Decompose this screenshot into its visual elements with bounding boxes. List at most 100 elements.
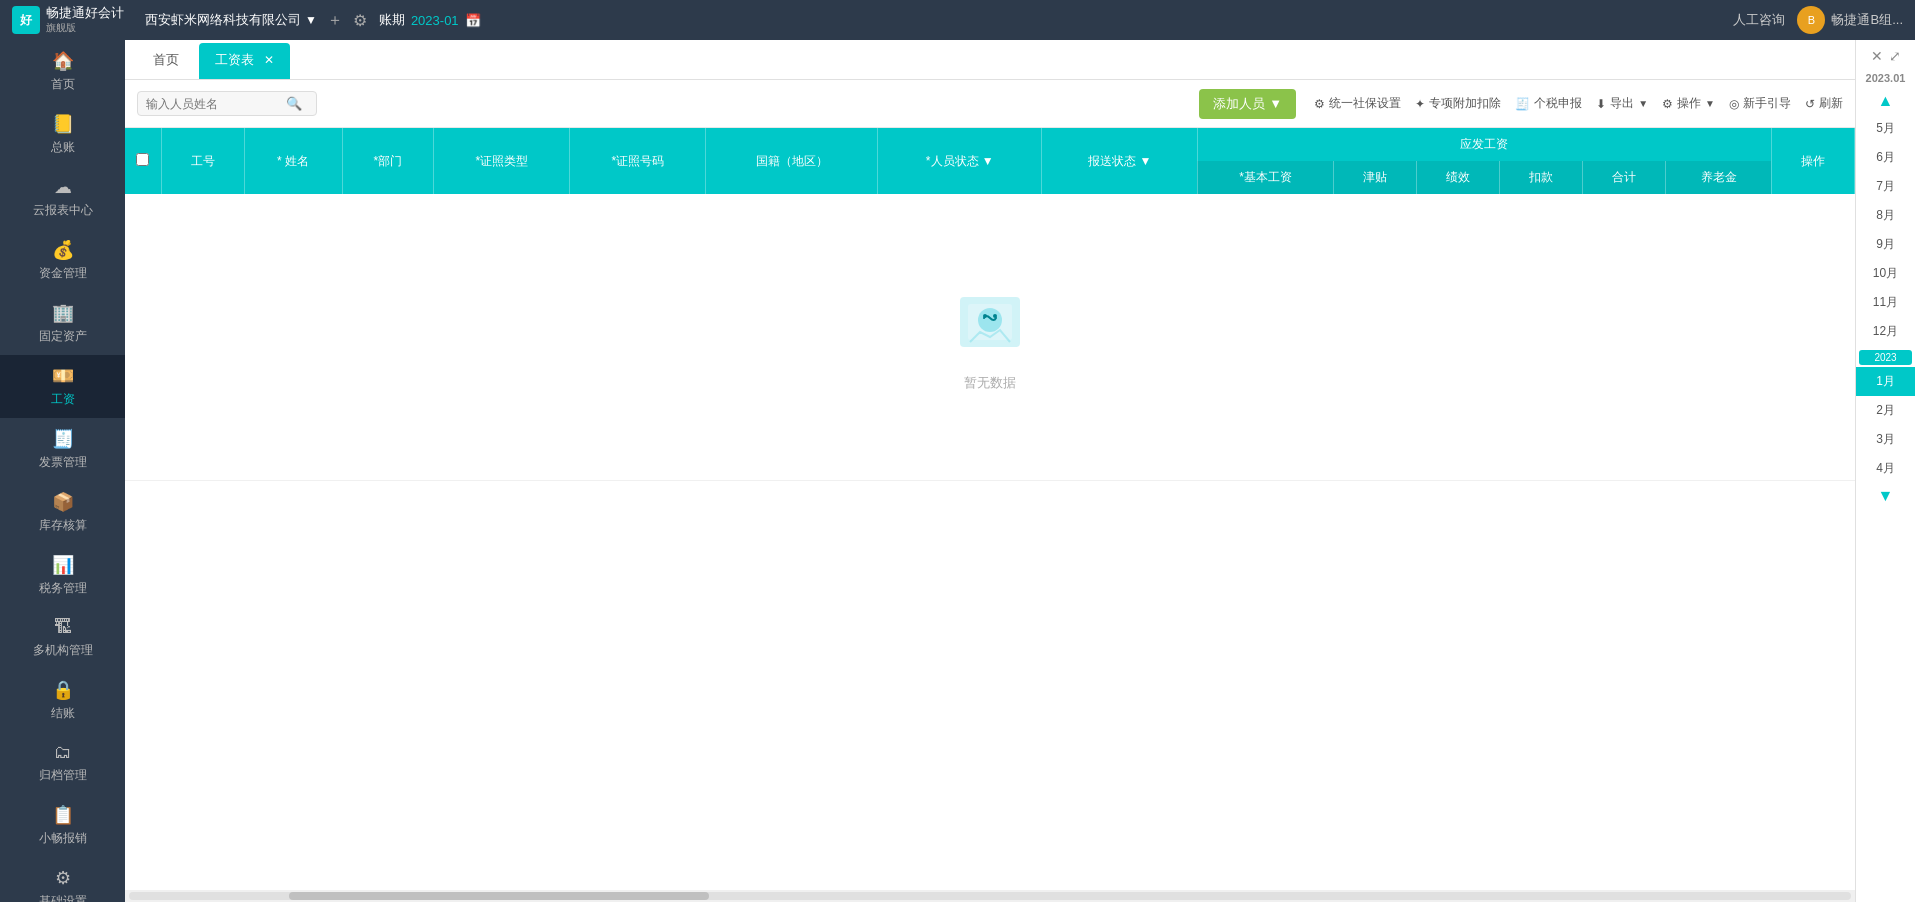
sidebar-item-home[interactable]: 🏠 首页 (0, 40, 125, 103)
sidebar-label-home: 首页 (51, 76, 75, 93)
month-item-11[interactable]: 11月 (1856, 288, 1915, 317)
search-icon[interactable]: 🔍 (286, 96, 302, 111)
close-accounts-icon: 🔒 (52, 679, 74, 701)
month-item-12[interactable]: 12月 (1856, 317, 1915, 346)
search-box[interactable]: 🔍 (137, 91, 317, 116)
horizontal-scrollbar[interactable] (125, 890, 1855, 902)
tab-payroll-label: 工资表 (215, 52, 254, 67)
svg-point-2 (978, 308, 1002, 332)
org-icon: 🏗 (54, 617, 72, 638)
th-pension: 养老金 (1666, 161, 1771, 194)
sidebar-item-ledger[interactable]: 📒 总账 (0, 103, 125, 166)
guide-action[interactable]: ◎ 新手引导 (1729, 95, 1791, 112)
table-body: 暂无数据 (125, 194, 1855, 481)
month-panel-down-arrow[interactable]: ▼ (1874, 483, 1898, 509)
empty-row: 暂无数据 (125, 194, 1855, 481)
add-person-button[interactable]: 添加人员 ▼ (1199, 89, 1296, 119)
sidebar-item-settings[interactable]: ⚙ 基础设置 (0, 857, 125, 902)
sidebar-item-archive[interactable]: 🗂 归档管理 (0, 732, 125, 794)
archive-icon: 🗂 (54, 742, 72, 763)
panel-controls: ✕ ⤢ (1867, 44, 1905, 68)
scrollbar-thumb[interactable] (289, 892, 709, 900)
social-settings-action[interactable]: ⚙ 统一社保设置 (1314, 95, 1401, 112)
select-all-checkbox[interactable] (125, 128, 161, 194)
human-service[interactable]: 人工咨询 (1733, 11, 1785, 29)
sidebar-item-inventory[interactable]: 📦 库存核算 (0, 481, 125, 544)
month-item-8[interactable]: 8月 (1856, 201, 1915, 230)
refresh-action[interactable]: ↺ 刷新 (1805, 95, 1843, 112)
export-action[interactable]: ⬇ 导出 ▼ (1596, 95, 1648, 112)
month-item-6[interactable]: 6月 (1856, 143, 1915, 172)
scrollbar-track[interactable] (129, 892, 1851, 900)
sidebar-item-tax[interactable]: 📊 税务管理 (0, 544, 125, 607)
calendar-icon[interactable]: 📅 (465, 13, 481, 28)
export-icon: ⬇ (1596, 97, 1606, 111)
operate-action[interactable]: ⚙ 操作 ▼ (1662, 95, 1715, 112)
sidebar-label-close: 结账 (51, 705, 75, 722)
month-item-10[interactable]: 10月 (1856, 259, 1915, 288)
month-item-1[interactable]: 1月 (1856, 367, 1915, 396)
export-dropdown-icon: ▼ (1638, 98, 1648, 109)
topbar-add-icons: ＋ ⚙ (327, 10, 367, 31)
th-report-status[interactable]: 报送状态 ▼ (1042, 128, 1198, 194)
topbar-right: 人工咨询 B 畅捷通B组... (1733, 6, 1903, 34)
operate-icon: ⚙ (1662, 97, 1673, 111)
asset-icon: 🏢 (52, 302, 74, 324)
sidebar-item-expense[interactable]: 📋 小畅报销 (0, 794, 125, 857)
payroll-icon: 💴 (52, 365, 74, 387)
sidebar-item-fund[interactable]: 💰 资金管理 (0, 229, 125, 292)
sidebar-item-invoice[interactable]: 🧾 发票管理 (0, 418, 125, 481)
tax-declare-action[interactable]: 🧾 个税申报 (1515, 95, 1582, 112)
toolbar: 🔍 添加人员 ▼ ⚙ 统一社保设置 ✦ 专项附加扣除 (125, 80, 1855, 128)
dropdown-icon[interactable]: ▼ (305, 13, 317, 27)
add-icon[interactable]: ＋ (327, 10, 343, 31)
sidebar-item-org[interactable]: 🏗 多机构管理 (0, 607, 125, 669)
export-label: 导出 (1610, 95, 1634, 112)
table-wrapper: 工号 * 姓名 *部门 *证照类型 *证照号码 国籍（地区） *人员状态 ▼ 报… (125, 128, 1855, 890)
th-operate: 操作 (1771, 128, 1854, 194)
tab-payroll[interactable]: 工资表 ✕ (199, 43, 290, 79)
sidebar-label-expense: 小畅报销 (39, 830, 87, 847)
sidebar-label-archive: 归档管理 (39, 767, 87, 784)
year-badge: 2023 (1859, 350, 1912, 365)
th-id-number: *证照号码 (570, 128, 706, 194)
refresh-label: 刷新 (1819, 95, 1843, 112)
search-input[interactable] (146, 97, 286, 111)
month-item-9[interactable]: 9月 (1856, 230, 1915, 259)
month-item-5[interactable]: 5月 (1856, 114, 1915, 143)
company-name: 西安虾米网络科技有限公司 (145, 11, 301, 29)
settings-icon[interactable]: ⚙ (353, 11, 367, 30)
period-label: 账期 (379, 11, 405, 29)
cloud-icon: ☁ (54, 176, 72, 198)
add-person-label: 添加人员 (1213, 95, 1265, 113)
month-item-4[interactable]: 4月 (1856, 454, 1915, 483)
panel-minimize-icon[interactable]: ✕ (1871, 48, 1883, 64)
month-item-2[interactable]: 2月 (1856, 396, 1915, 425)
tax-icon: 📊 (52, 554, 74, 576)
month-item-7[interactable]: 7月 (1856, 172, 1915, 201)
checkbox-all[interactable] (136, 153, 149, 166)
sidebar-label-invoice: 发票管理 (39, 454, 87, 471)
social-label: 统一社保设置 (1329, 95, 1401, 112)
empty-state: 暂无数据 (135, 202, 1845, 472)
sidebar-item-cloud[interactable]: ☁ 云报表中心 (0, 166, 125, 229)
user-menu[interactable]: B 畅捷通B组... (1797, 6, 1903, 34)
th-person-status[interactable]: *人员状态 ▼ (878, 128, 1042, 194)
company-selector[interactable]: 西安虾米网络科技有限公司 ▼ (145, 11, 317, 29)
table-header-row1: 工号 * 姓名 *部门 *证照类型 *证照号码 国籍（地区） *人员状态 ▼ 报… (125, 128, 1855, 161)
sidebar-label-asset: 固定资产 (39, 328, 87, 345)
tab-close-icon[interactable]: ✕ (264, 53, 274, 67)
special-deduct-action[interactable]: ✦ 专项附加扣除 (1415, 95, 1501, 112)
month-item-3[interactable]: 3月 (1856, 425, 1915, 454)
app-logo: 好 畅捷通好会计 旗舰版 (12, 5, 137, 35)
month-panel-up-arrow[interactable]: ▲ (1874, 88, 1898, 114)
payroll-table: 工号 * 姓名 *部门 *证照类型 *证照号码 国籍（地区） *人员状态 ▼ 报… (125, 128, 1855, 481)
app-sub: 旗舰版 (46, 21, 124, 35)
th-salary-group: 应发工资 (1197, 128, 1771, 161)
panel-expand-icon[interactable]: ⤢ (1889, 48, 1901, 64)
tab-home[interactable]: 首页 (137, 43, 195, 79)
sidebar-item-asset[interactable]: 🏢 固定资产 (0, 292, 125, 355)
add-dropdown-icon: ▼ (1269, 96, 1282, 111)
sidebar-item-close[interactable]: 🔒 结账 (0, 669, 125, 732)
sidebar-item-payroll[interactable]: 💴 工资 (0, 355, 125, 418)
